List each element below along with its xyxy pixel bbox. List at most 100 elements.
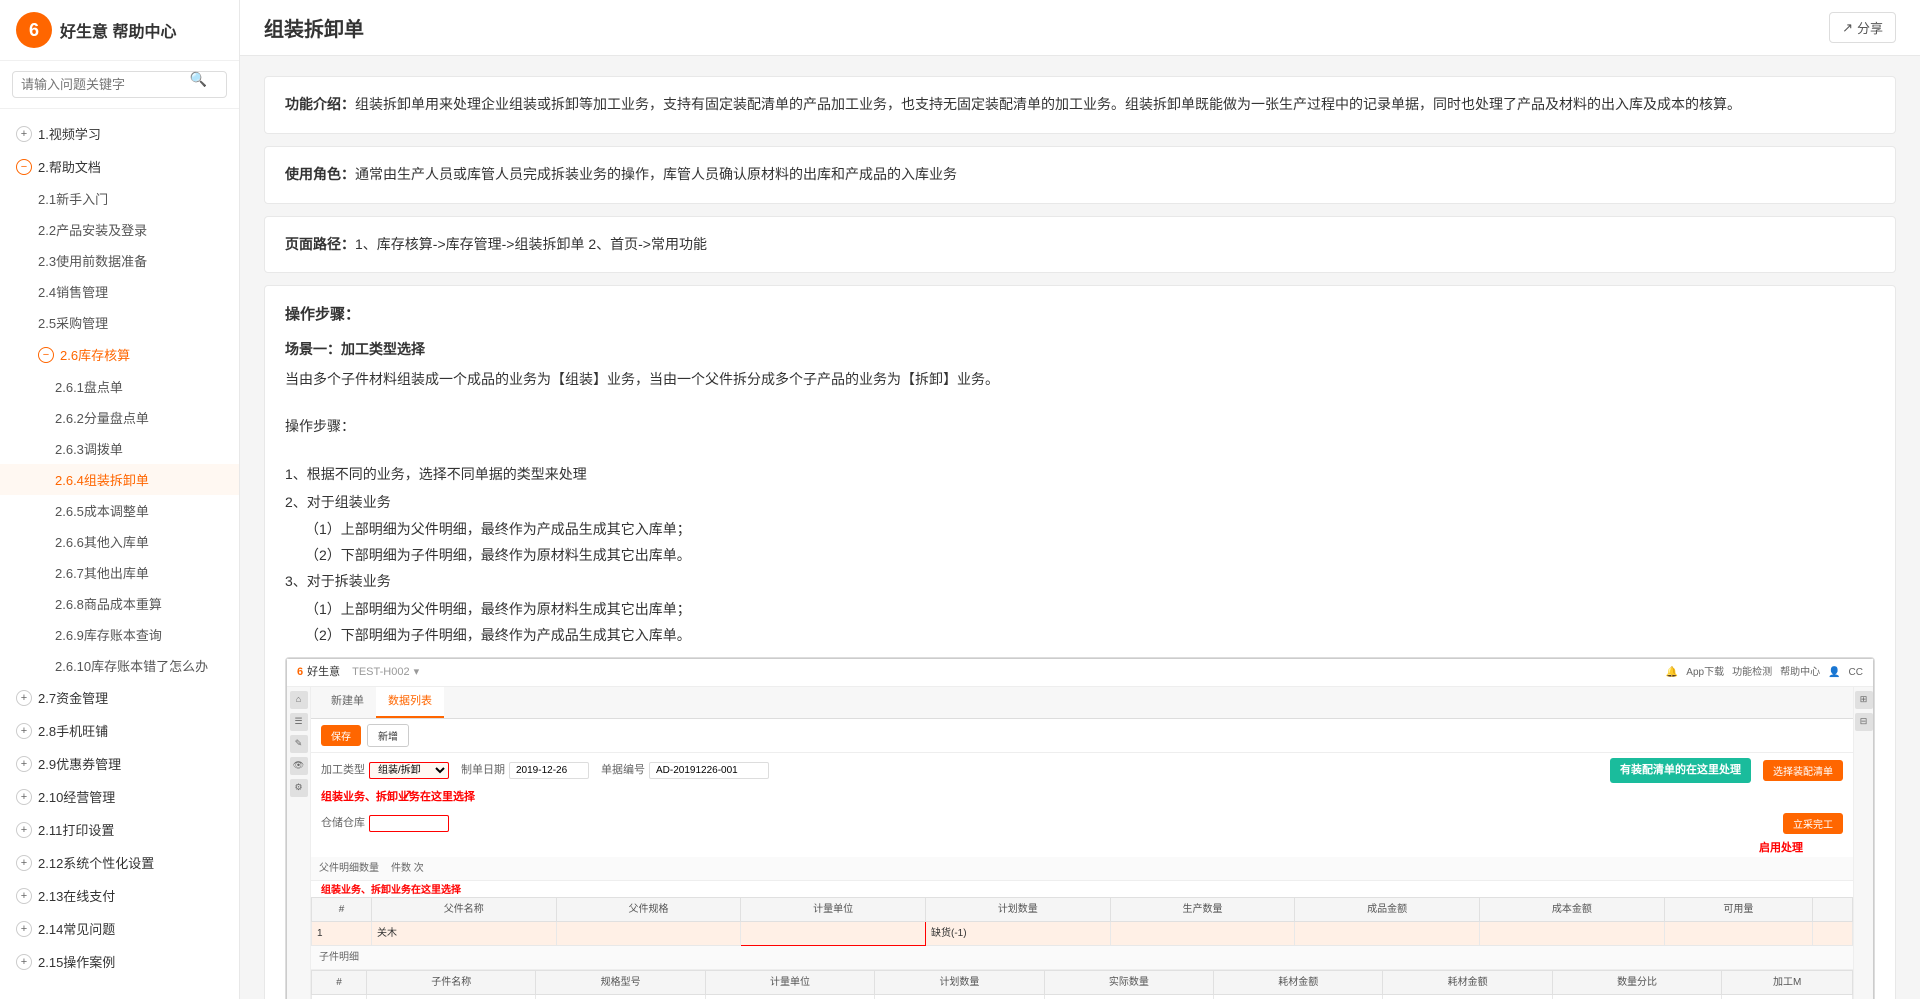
mock-col-sub-amt2: 耗材金额 [1383, 970, 1552, 994]
share-button[interactable]: ↗ 分享 [1829, 12, 1896, 43]
mock-btn-save[interactable]: 保存 [321, 725, 361, 746]
mock-no-label: 单据编号 [601, 761, 645, 780]
mock-body: ⌂ ☰ ✎ 👁 ⚙ 新建单 数据列表 [287, 687, 1873, 999]
mock-icon-edit[interactable]: ✎ [290, 735, 308, 753]
mock-warehouse-input[interactable] [369, 815, 449, 832]
mock-cell [556, 921, 741, 945]
annotation-label-assembly: 组装业务、拆卸业务在这里选择 [321, 885, 461, 896]
mock-col-sub-spec: 规格型号 [536, 970, 705, 994]
sidebar-item-label: 2.8手机旺铺 [38, 721, 108, 740]
sidebar-item-2-6[interactable]: − 2.6库存核算 [0, 338, 239, 371]
sidebar-item-label: 2.10经营管理 [38, 787, 115, 806]
sidebar-item-label: 2.11打印设置 [38, 820, 114, 839]
mock-cell: (甲)-0/+1 [875, 994, 1044, 999]
sidebar-item-2-3[interactable]: 2.3使用前数据准备 [0, 245, 239, 276]
mock-cell [1295, 921, 1480, 945]
sidebar-item-2-5[interactable]: 2.5采购管理 [0, 307, 239, 338]
mock-teal-banner: 有装配清单的在这里处理 [1610, 758, 1751, 783]
mock-tab-bar: 新建单 数据列表 [311, 687, 1853, 719]
sidebar-item-2-1[interactable]: 2.1新手入门 [0, 183, 239, 214]
sidebar-item-docs[interactable]: − 2.帮助文档 [0, 150, 239, 183]
expand-icon: + [16, 690, 32, 706]
mock-cell: 关木 [371, 921, 556, 945]
sidebar-item-2-6-9[interactable]: 2.6.9库存账本查询 [0, 619, 239, 650]
mock-nav-right: 🔔 App下载 功能检测 帮助中心 👤 CC [1666, 664, 1863, 681]
main-scrollable-content: 功能介绍：组装拆卸单用来处理企业组装或拆卸等加工业务，支持有固定装配清单的产品加… [240, 56, 1920, 999]
role-text: 使用角色：通常由生产人员或库管人员完成拆装业务的操作，库管人员确认原材料的出库和… [285, 163, 1875, 187]
mock-action-bar: 保存 新增 [311, 719, 1853, 753]
screenshot-container: 6 好生意 TEST-H002 ▾ 🔔 App下载 功能检测 帮助中心 👤 CC [285, 657, 1875, 999]
mock-upper-label: 父件明细数量 [319, 860, 379, 877]
mock-tab-list[interactable]: 数据列表 [376, 687, 444, 718]
sidebar-item-2-6-8[interactable]: 2.6.8商品成本重算 [0, 588, 239, 619]
mock-icon-settings[interactable]: ⚙ [290, 779, 308, 797]
mock-icon-list[interactable]: ☰ [290, 713, 308, 731]
sidebar-item-2-6-6[interactable]: 2.6.6其他入库单 [0, 526, 239, 557]
mock-icon-home[interactable]: ⌂ [290, 691, 308, 709]
ops-steps-label: 操作步骤： [285, 415, 1875, 439]
mock-user-id: CC [1849, 664, 1863, 681]
sidebar-item-2-14[interactable]: + 2.14常见问题 [0, 912, 239, 945]
mock-no-input[interactable] [649, 762, 769, 779]
sidebar-item-2-11[interactable]: + 2.11打印设置 [0, 813, 239, 846]
annotation-label-3: 启用处理 [1759, 839, 1803, 858]
sidebar-item-2-8[interactable]: + 2.8手机旺铺 [0, 714, 239, 747]
sidebar-item-2-6-3[interactable]: 2.6.3调拨单 [0, 433, 239, 464]
table-row: 1 模料 1 (甲)-0/+1 30.00 40.00 [312, 994, 1853, 999]
mock-nav-item-1: App下载 [1686, 664, 1724, 681]
mock-cell [705, 994, 874, 999]
sidebar-item-2-6-7[interactable]: 2.6.7其他出库单 [0, 557, 239, 588]
step-2-sub: （1）上部明细为父件明细，最终作为产成品生成其它入库单； （2）下部明细为子件明… [285, 518, 1875, 568]
sidebar-item-video[interactable]: + 1.视频学习 [0, 117, 239, 150]
mock-btn-add[interactable]: 新增 [367, 724, 409, 747]
sidebar-item-label: 2.15操作案例 [38, 952, 115, 971]
mock-type-select[interactable]: 组装/拆卸 [369, 762, 449, 779]
mock-cell [1813, 921, 1853, 945]
scenario-desc: 当由多个子件材料组装成一个成品的业务为【组装】业务，当由一个父件拆分成多个子产品… [285, 368, 1875, 392]
sidebar-item-2-9[interactable]: + 2.9优惠券管理 [0, 747, 239, 780]
app-logo: 6 [16, 12, 52, 48]
sidebar-item-2-12[interactable]: + 2.12系统个性化设置 [0, 846, 239, 879]
mock-col-sub-amt1: 耗材金额 [1214, 970, 1383, 994]
mock-subtotal: 件数 次 [391, 860, 424, 877]
sidebar-item-2-6-1[interactable]: 2.6.1盘点单 [0, 371, 239, 402]
sidebar-item-2-7[interactable]: + 2.7资金管理 [0, 681, 239, 714]
search-input[interactable] [12, 71, 227, 98]
mock-btn-choose-bom[interactable]: 选择装配清单 [1763, 760, 1843, 781]
mock-right-icon-list: ⊞ ⊟ [1854, 687, 1873, 735]
sidebar-item-2-10[interactable]: + 2.10经营管理 [0, 780, 239, 813]
mock-right-icon-2[interactable]: ⊟ [1855, 713, 1873, 731]
sidebar-item-2-6-10[interactable]: 2.6.10库存账本错了怎么办 [0, 650, 239, 681]
mock-tab-new[interactable]: 新建单 [319, 687, 376, 718]
sidebar-item-2-6-2[interactable]: 2.6.2分量盘点单 [0, 402, 239, 433]
mock-cell: 缺货(-1) [925, 921, 1110, 945]
mock-field-type: 加工类型 组装/拆卸 [321, 761, 449, 780]
sidebar-item-2-6-4[interactable]: 2.6.4组装拆卸单 [0, 464, 239, 495]
mock-date-input[interactable] [509, 762, 589, 779]
sidebar-item-2-2[interactable]: 2.2产品安装及登录 [0, 214, 239, 245]
step-3-sub: （1）上部明细为父件明细，最终作为原材料生成其它出库单； （2）下部明细为子件明… [285, 598, 1875, 648]
mock-col-sub-unit: 计量单位 [705, 970, 874, 994]
mock-col-sub-ratio: 数量分比 [1552, 970, 1721, 994]
ops-title: 操作步骤： [285, 302, 1875, 328]
mock-col-name: 父件名称 [371, 897, 556, 921]
path-card: 页面路径：1、库存核算->库存管理->组装拆卸单 2、首页->常用功能 [264, 216, 1896, 274]
sidebar-item-2-6-5[interactable]: 2.6.5成本调整单 [0, 495, 239, 526]
sidebar-item-label: 2.帮助文档 [38, 157, 101, 176]
mock-col-no: # [312, 970, 367, 994]
mock-icon-eye[interactable]: 👁 [290, 757, 308, 775]
mock-lower-table-body: 1 模料 1 (甲)-0/+1 30.00 40.00 [312, 994, 1853, 999]
mock-left-icons: ⌂ ☰ ✎ 👁 ⚙ [287, 687, 311, 999]
sidebar-search-area: 🔍 [0, 61, 239, 109]
sidebar-item-2-15[interactable]: + 2.15操作案例 [0, 945, 239, 978]
mock-cell: 40.00 [1214, 994, 1383, 999]
mock-type-label: 加工类型 [321, 761, 365, 780]
sidebar-item-2-13[interactable]: + 2.13在线支付 [0, 879, 239, 912]
sidebar-item-2-4[interactable]: 2.4销售管理 [0, 276, 239, 307]
mock-field-warehouse: 仓储仓库 [321, 814, 449, 833]
mock-date-label: 制单日期 [461, 761, 505, 780]
mock-right-icon-1[interactable]: ⊞ [1855, 691, 1873, 709]
mock-col-spec: 父件规格 [556, 897, 741, 921]
mock-col-no: # [312, 897, 372, 921]
mock-btn-complete[interactable]: 立采完工 [1783, 813, 1843, 834]
